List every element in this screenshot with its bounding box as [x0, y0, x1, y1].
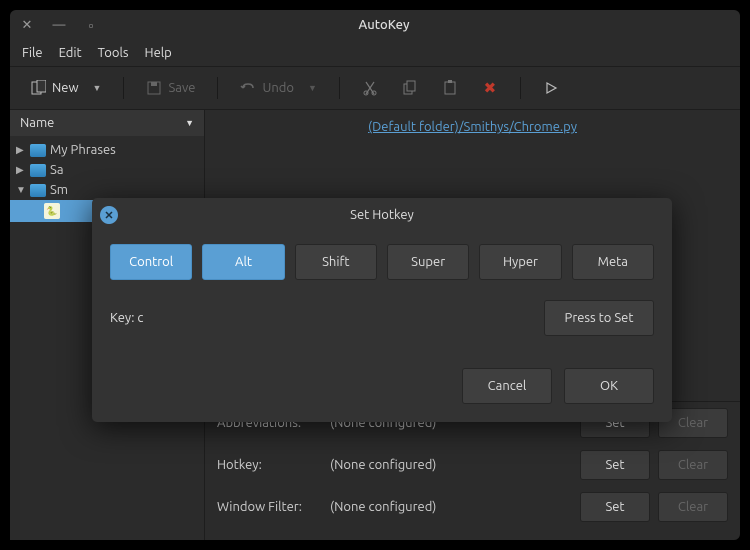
minimize-icon[interactable]: — — [52, 18, 66, 32]
menu-file[interactable]: File — [22, 46, 43, 60]
dialog-titlebar: ✕ Set Hotkey — [92, 198, 672, 232]
tree-label: My Phrases — [50, 143, 116, 157]
menu-edit[interactable]: Edit — [59, 46, 82, 60]
copy-icon — [402, 80, 418, 96]
caret-right-icon: ▶ — [16, 144, 26, 156]
run-button[interactable] — [535, 74, 567, 102]
ok-button[interactable]: OK — [564, 368, 654, 404]
press-to-set-button[interactable]: Press to Set — [544, 300, 654, 336]
separator — [339, 77, 340, 99]
maximize-icon[interactable]: ▫ — [84, 18, 98, 32]
menubar: File Edit Tools Help — [10, 40, 740, 66]
menu-tools[interactable]: Tools — [98, 46, 129, 60]
copy-button[interactable] — [394, 74, 426, 102]
save-icon — [146, 80, 162, 96]
modifier-control[interactable]: Control — [110, 244, 192, 280]
clear-button[interactable]: Clear — [658, 450, 728, 480]
separator — [217, 77, 218, 99]
prop-hotkey: Hotkey: (None configured) Set Clear — [217, 444, 728, 486]
cut-button[interactable] — [354, 74, 386, 102]
prop-value: (None configured) — [330, 500, 572, 514]
folder-icon — [30, 164, 46, 177]
undo-icon — [240, 80, 256, 96]
breadcrumb-link[interactable]: (Default folder)/Smithys/Chrome.py — [368, 120, 577, 134]
modifier-meta[interactable]: Meta — [572, 244, 654, 280]
close-icon[interactable]: ✕ — [20, 18, 34, 32]
tree-item-sm[interactable]: ▼ Sm — [10, 180, 204, 200]
prop-value: (None configured) — [330, 458, 572, 472]
cut-icon — [362, 80, 378, 96]
clear-button[interactable]: Clear — [658, 492, 728, 522]
toolbar: New ▼ Save Undo ▼ — [10, 66, 740, 110]
folder-icon — [30, 184, 46, 197]
undo-label: Undo — [262, 81, 294, 95]
key-row: Key: c Press to Set — [110, 300, 654, 336]
set-button[interactable]: Set — [580, 492, 650, 522]
key-label: Key: c — [110, 311, 143, 325]
paste-button[interactable] — [434, 74, 466, 102]
separator — [520, 77, 521, 99]
cancel-button[interactable]: Cancel — [462, 368, 552, 404]
delete-button[interactable]: ✖ — [474, 74, 506, 102]
paste-icon — [442, 80, 458, 96]
chevron-down-icon: ▼ — [308, 83, 317, 93]
prop-label: Hotkey: — [217, 458, 322, 472]
dialog-body: Control Alt Shift Super Hyper Meta Key: … — [92, 232, 672, 362]
menu-help[interactable]: Help — [145, 46, 172, 60]
modifier-super[interactable]: Super — [387, 244, 469, 280]
new-label: New — [52, 81, 79, 95]
undo-button[interactable]: Undo ▼ — [232, 74, 324, 102]
set-hotkey-dialog: ✕ Set Hotkey Control Alt Shift Super Hyp… — [92, 198, 672, 422]
modifier-shift[interactable]: Shift — [295, 244, 377, 280]
prop-window-filter: Window Filter: (None configured) Set Cle… — [217, 486, 728, 528]
modifier-alt[interactable]: Alt — [202, 244, 284, 280]
caret-right-icon: ▶ — [16, 164, 26, 176]
breadcrumb: (Default folder)/Smithys/Chrome.py — [205, 110, 740, 144]
chevron-down-icon: ▼ — [93, 83, 102, 93]
save-button[interactable]: Save — [138, 74, 203, 102]
tree-item-sa[interactable]: ▶ Sa — [10, 160, 204, 180]
modifier-hyper[interactable]: Hyper — [479, 244, 561, 280]
titlebar: ✕ — ▫ AutoKey — [10, 10, 740, 40]
save-label: Save — [168, 81, 195, 95]
python-icon: 🐍 — [44, 203, 60, 219]
modifier-row: Control Alt Shift Super Hyper Meta — [110, 244, 654, 280]
dialog-actions: Cancel OK — [92, 362, 672, 422]
sidebar-header-label: Name — [20, 116, 54, 130]
tree-label: Sa — [50, 163, 64, 177]
delete-icon: ✖ — [482, 80, 498, 96]
sidebar-header[interactable]: Name ▼ — [10, 110, 204, 136]
set-button[interactable]: Set — [580, 450, 650, 480]
chevron-down-icon: ▼ — [185, 118, 194, 128]
tree-item-my-phrases[interactable]: ▶ My Phrases — [10, 140, 204, 160]
separator — [123, 77, 124, 99]
window-title: AutoKey — [98, 18, 670, 32]
new-button[interactable]: New ▼ — [22, 74, 109, 102]
play-icon — [543, 80, 559, 96]
close-icon[interactable]: ✕ — [100, 206, 118, 224]
tree-label: Sm — [50, 183, 68, 197]
new-icon — [30, 80, 46, 96]
prop-label: Window Filter: — [217, 500, 322, 514]
dialog-title: Set Hotkey — [92, 208, 672, 222]
caret-down-icon: ▼ — [16, 184, 26, 196]
folder-icon — [30, 144, 46, 157]
